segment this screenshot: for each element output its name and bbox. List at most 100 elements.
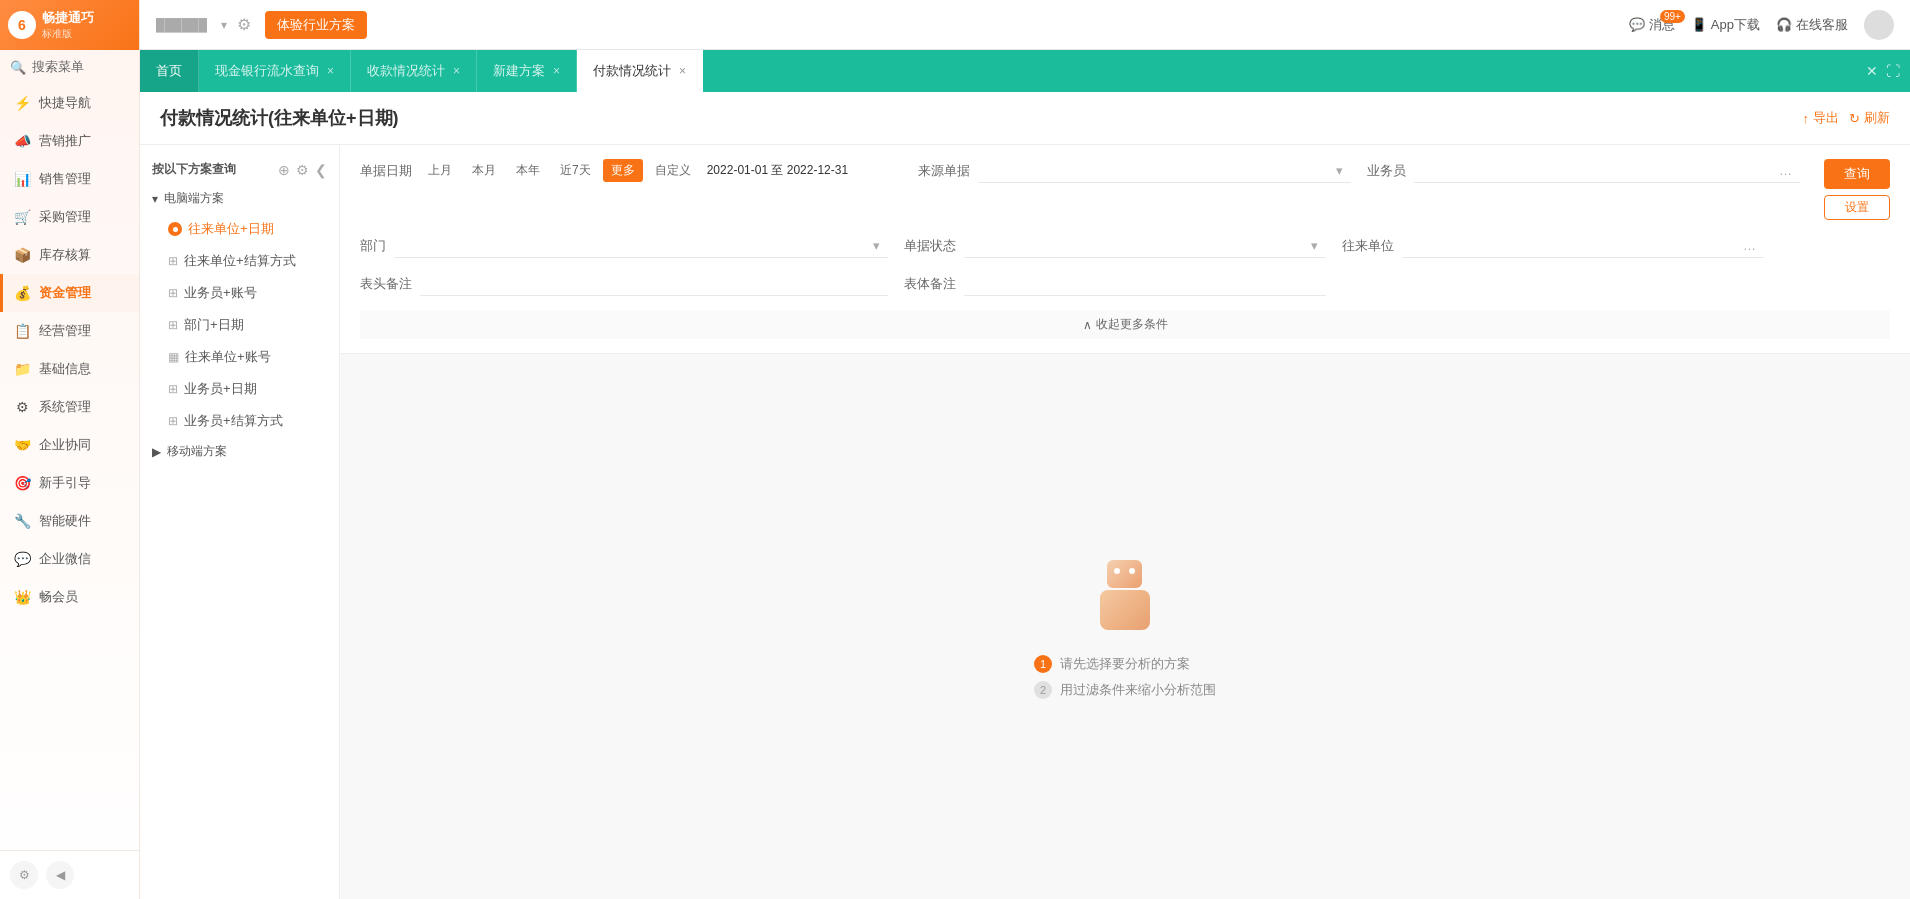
- mobile-group-label: 移动端方案: [167, 443, 227, 460]
- scheme-item-partner-settle[interactable]: ⊞往来单位+结算方式: [140, 245, 339, 277]
- topbar-right: 💬 消息 99+ 📱 App下载 🎧 在线客服: [1629, 10, 1894, 40]
- filter-note1-item: 表头备注: [360, 272, 888, 296]
- scheme-item-dept-date[interactable]: ⊞ 部门+日期: [140, 309, 339, 341]
- user-avatar[interactable]: [1864, 10, 1894, 40]
- date-this-month[interactable]: 本月: [464, 159, 504, 182]
- scheme-label-partner-date: 往来单位+日期: [188, 220, 274, 238]
- salesman-arrow: …: [1779, 163, 1792, 178]
- source-select[interactable]: ▾: [978, 159, 1351, 183]
- partner-label: 往来单位: [1342, 237, 1394, 255]
- nav-icon-system: ⚙: [13, 398, 31, 416]
- sidebar-nav: ⚡快捷导航📣营销推广📊销售管理🛒采购管理📦库存核算💰资金管理📋经营管理📁基础信息…: [0, 84, 139, 616]
- sidebar-item-weixin[interactable]: 💬企业微信: [0, 540, 139, 578]
- content-split: 按以下方案查询 ⊕ ⚙ ❮ ▾ 电脑端方案 往来单位+日期⊞往来单位+结算方式⊞…: [140, 145, 1910, 899]
- sidebar-item-inventory[interactable]: 📦库存核算: [0, 236, 139, 274]
- scheme-item-salesman-account[interactable]: ⊞业务员+账号: [140, 277, 339, 309]
- nav-icon-quick-nav: ⚡: [13, 94, 31, 112]
- sidebar-item-ops[interactable]: 📋经营管理: [0, 312, 139, 350]
- scheme-label-salesman-date: 业务员+日期: [184, 380, 257, 398]
- salesman-select[interactable]: …: [1414, 159, 1800, 183]
- collapse-more-btn[interactable]: ∧ 收起更多条件: [360, 310, 1890, 339]
- scheme-item-salesman-date[interactable]: ⊞业务员+日期: [140, 373, 339, 405]
- nav-icon-marketing: 📣: [13, 132, 31, 150]
- tab-home[interactable]: 首页: [140, 50, 199, 92]
- table-icon: ⊞: [168, 318, 178, 332]
- online-service-btn[interactable]: 🎧 在线客服: [1776, 16, 1848, 34]
- date-7days[interactable]: 近7天: [552, 159, 599, 182]
- sidebar-header: 6 畅捷通巧 标准版: [0, 0, 139, 50]
- tab-receipts-stat[interactable]: 收款情况统计×: [351, 50, 477, 92]
- pc-scheme-group[interactable]: ▾ 电脑端方案: [140, 184, 339, 213]
- refresh-btn[interactable]: ↻ 刷新: [1849, 109, 1890, 127]
- mobile-scheme-group[interactable]: ▶ 移动端方案: [140, 437, 339, 466]
- note2-input[interactable]: [964, 272, 1326, 296]
- table-icon: ⊞: [168, 414, 178, 428]
- collapse-sidebar-btn[interactable]: ◀: [46, 861, 74, 889]
- dept-select[interactable]: ▾: [394, 234, 888, 258]
- nav-label-capital: 资金管理: [39, 284, 91, 302]
- date-more[interactable]: 更多: [603, 159, 643, 182]
- scheme-settings-btn[interactable]: ⚙: [296, 162, 309, 178]
- hint-num-1: 1: [1034, 655, 1052, 673]
- nav-label-ops: 经营管理: [39, 322, 91, 340]
- sidebar-item-marketing[interactable]: 📣营销推广: [0, 122, 139, 160]
- nav-label-system: 系统管理: [39, 398, 91, 416]
- query-btn[interactable]: 查询: [1824, 159, 1890, 189]
- app-download-label: App下载: [1711, 16, 1760, 34]
- topbar-settings-icon[interactable]: ⚙: [237, 15, 251, 34]
- sidebar-item-quick-nav[interactable]: ⚡快捷导航: [0, 84, 139, 122]
- sidebar-item-hardware[interactable]: 🔧智能硬件: [0, 502, 139, 540]
- filter-note2-item: 表体备注: [904, 272, 1326, 296]
- scheme-item-salesman-settle[interactable]: ⊞业务员+结算方式: [140, 405, 339, 437]
- sidebar-item-purchase[interactable]: 🛒采购管理: [0, 198, 139, 236]
- date-this-year[interactable]: 本年: [508, 159, 548, 182]
- note1-input[interactable]: [420, 272, 888, 296]
- date-last-month[interactable]: 上月: [420, 159, 460, 182]
- tab-close-payment-stat[interactable]: ×: [679, 64, 686, 78]
- tab-new-scheme[interactable]: 新建方案×: [477, 50, 577, 92]
- scheme-item-partner-date[interactable]: 往来单位+日期: [140, 213, 339, 245]
- messages-btn[interactable]: 💬 消息 99+: [1629, 16, 1675, 34]
- robot-icon: [1085, 560, 1165, 630]
- filter-settings-link[interactable]: 设置: [1824, 195, 1890, 220]
- expand-tab-btn[interactable]: ⛶: [1886, 63, 1900, 79]
- tab-label-payment-stat: 付款情况统计: [593, 62, 671, 80]
- nav-label-hardware: 智能硬件: [39, 512, 91, 530]
- scheme-label-dept-date: 部门+日期: [184, 316, 244, 334]
- sidebar-item-system[interactable]: ⚙ 系统管理: [0, 388, 139, 426]
- table-icon: ⊞: [168, 254, 178, 268]
- page-content: 付款情况统计(往来单位+日期) ↑ 导出 ↻ 刷新 按以下方案查询 ⊕: [140, 92, 1910, 899]
- trial-btn[interactable]: 体验行业方案: [265, 11, 367, 39]
- close-tab-btn[interactable]: ✕: [1866, 63, 1878, 79]
- sidebar-subtitle: 标准版: [42, 27, 94, 41]
- sidebar-item-collab[interactable]: 🤝企业协同: [0, 426, 139, 464]
- hint-text-2: 用过滤条件来缩小分析范围: [1060, 681, 1216, 699]
- add-scheme-btn[interactable]: ⊕: [278, 162, 290, 178]
- settings-footer-btn[interactable]: ⚙: [10, 861, 38, 889]
- sidebar-item-vip[interactable]: 👑畅会员: [0, 578, 139, 616]
- search-menu-item[interactable]: 🔍 搜索菜单: [0, 50, 139, 84]
- sidebar-item-basic[interactable]: 📁基础信息: [0, 350, 139, 388]
- tab-close-receipts-stat[interactable]: ×: [453, 64, 460, 78]
- scheme-item-partner-account[interactable]: ▦往来单位+账号: [140, 341, 339, 373]
- sidebar-item-sales[interactable]: 📊销售管理: [0, 160, 139, 198]
- date-custom[interactable]: 自定义: [647, 159, 699, 182]
- topbar: ██████ ▾ ⚙ 体验行业方案 💬 消息 99+ 📱 App下载 🎧 在线客…: [140, 0, 1910, 50]
- collapse-left-panel-btn[interactable]: ❮: [315, 162, 327, 178]
- topbar-dropdown-arrow[interactable]: ▾: [221, 18, 227, 32]
- search-menu-label: 搜索菜单: [32, 58, 84, 76]
- tab-close-new-scheme[interactable]: ×: [553, 64, 560, 78]
- tab-bank-flow[interactable]: 现金银行流水查询×: [199, 50, 351, 92]
- sidebar-item-guide[interactable]: 🎯新手引导: [0, 464, 139, 502]
- partner-select[interactable]: …: [1402, 234, 1764, 258]
- tab-close-bank-flow[interactable]: ×: [327, 64, 334, 78]
- sidebar-item-capital[interactable]: 💰资金管理: [0, 274, 139, 312]
- empty-hints: 1 请先选择要分析的方案 2 用过滤条件来缩小分析范围: [1034, 655, 1216, 699]
- status-select[interactable]: ▾: [964, 234, 1326, 258]
- app-download-btn[interactable]: 📱 App下载: [1691, 16, 1760, 34]
- status-label: 单据状态: [904, 237, 956, 255]
- export-btn[interactable]: ↑ 导出: [1803, 109, 1840, 127]
- nav-icon-inventory: 📦: [13, 246, 31, 264]
- chevron-down-icon: ▾: [152, 192, 158, 206]
- tab-payment-stat[interactable]: 付款情况统计 ×: [577, 50, 703, 92]
